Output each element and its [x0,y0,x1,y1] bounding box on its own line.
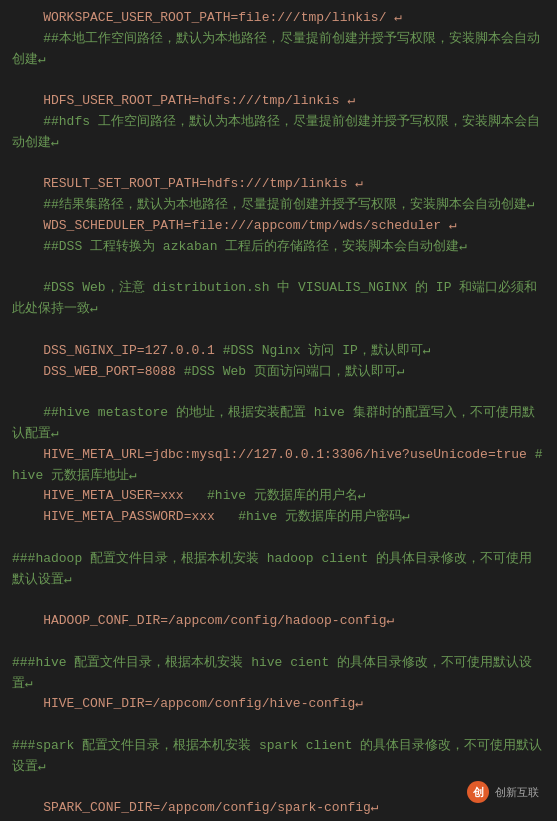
code-line: ###hive 配置文件目录，根据本机安装 hive cient 的具体目录修改… [12,653,545,695]
code-line: SPARK_CONF_DIR=/appcom/config/spark-conf… [12,798,545,819]
code-line: HIVE_CONF_DIR=/appcom/config/hive-config… [12,694,545,715]
code-block: WORKSPACE_USER_ROOT_PATH=file:///tmp/lin… [0,0,557,821]
code-line [12,320,545,341]
code-line [12,632,545,653]
code-line: #DSS Web，注意 distribution.sh 中 VISUALIS_N… [12,278,545,320]
keyword-text: RESULT_SET_ROOT_PATH=hdfs:///tmp/linkis … [12,176,363,191]
code-line [12,777,545,798]
code-line: DSS_WEB_PORT=8088 #DSS Web 页面访问端口，默认即可↵ [12,362,545,383]
code-line: ##DSS 工程转换为 azkaban 工程后的存储路径，安装脚本会自动创建↵ [12,237,545,258]
comment-text: ##结果集路径，默认为本地路径，尽量提前创建并授予写权限，安装脚本会自动创建↵ [12,197,535,212]
code-line [12,154,545,175]
code-line: WORKSPACE_USER_ROOT_PATH=file:///tmp/lin… [12,8,545,29]
keyword-text: WORKSPACE_USER_ROOT_PATH=file:///tmp/lin… [12,10,402,25]
code-line [12,258,545,279]
code-line: HIVE_META_PASSWORD=xxx #hive 元数据库的用户密码↵ [12,507,545,528]
keyword-text: HADOOP_CONF_DIR=/appcom/config/hadoop-co… [12,613,394,628]
code-line [12,70,545,91]
keyword-text: DSS_WEB_PORT=8088 [12,364,184,379]
watermark-label: 创新互联 [495,785,539,800]
keyword-text: HIVE_META_URL=jdbc:mysql://127.0.0.1:330… [12,447,535,462]
inline-comment-text: #hive 元数据库的用户名↵ [207,488,366,503]
keyword-text: SPARK_CONF_DIR=/appcom/config/spark-conf… [12,800,379,815]
keyword-text: WDS_SCHEDULER_PATH=file:///appcom/tmp/wd… [12,218,457,233]
comment-text: ##hive metastore 的地址，根据安装配置 hive 集群时的配置写… [12,405,535,441]
code-line: ##本地工作空间路径，默认为本地路径，尽量提前创建并授予写权限，安装脚本会自动创… [12,29,545,71]
keyword-text: HIVE_META_USER=xxx [12,488,207,503]
comment-text: ###hadoop 配置文件目录，根据本机安装 hadoop client 的具… [12,551,532,587]
code-line: ##hdfs 工作空间路径，默认为本地路径，尽量提前创建并授予写权限，安装脚本会… [12,112,545,154]
comment-text: ###hive 配置文件目录，根据本机安装 hive cient 的具体目录修改… [12,655,532,691]
inline-comment-text: #DSS Web 页面访问端口，默认即可↵ [184,364,405,379]
code-line [12,528,545,549]
keyword-text: HIVE_META_PASSWORD=xxx [12,509,238,524]
code-line [12,715,545,736]
keyword-text: HIVE_CONF_DIR=/appcom/config/hive-config… [12,696,363,711]
comment-text: ##本地工作空间路径，默认为本地路径，尽量提前创建并授予写权限，安装脚本会自动创… [12,31,540,67]
code-line: ##hive metastore 的地址，根据安装配置 hive 集群时的配置写… [12,403,545,445]
code-line: HIVE_META_USER=xxx #hive 元数据库的用户名↵ [12,486,545,507]
code-line: HIVE_META_URL=jdbc:mysql://127.0.0.1:330… [12,445,545,487]
comment-text: ###spark 配置文件目录，根据本机安装 spark client 的具体目… [12,738,542,774]
code-line: RESULT_SET_ROOT_PATH=hdfs:///tmp/linkis … [12,174,545,195]
watermark-icon: 创 [467,781,489,803]
code-line: HADOOP_CONF_DIR=/appcom/config/hadoop-co… [12,611,545,632]
keyword-text: DSS_NGINX_IP=127.0.0.1 [12,343,223,358]
code-line: WDS_SCHEDULER_PATH=file:///appcom/tmp/wd… [12,216,545,237]
code-line: ##结果集路径，默认为本地路径，尽量提前创建并授予写权限，安装脚本会自动创建↵ [12,195,545,216]
code-line: DSS_NGINX_IP=127.0.0.1 #DSS Nginx 访问 IP，… [12,341,545,362]
code-line: ###spark 配置文件目录，根据本机安装 spark client 的具体目… [12,736,545,778]
code-line [12,382,545,403]
code-line [12,590,545,611]
comment-text: ##DSS 工程转换为 azkaban 工程后的存储路径，安装脚本会自动创建↵ [12,239,467,254]
watermark: 创 创新互联 [467,781,539,803]
keyword-text: HDFS_USER_ROOT_PATH=hdfs:///tmp/linkis ↵ [12,93,355,108]
code-line: ###hadoop 配置文件目录，根据本机安装 hadoop client 的具… [12,549,545,591]
inline-comment-text: #DSS Nginx 访问 IP，默认即可↵ [223,343,431,358]
comment-text: #DSS Web，注意 distribution.sh 中 VISUALIS_N… [12,280,537,316]
comment-text: ##hdfs 工作空间路径，默认为本地路径，尽量提前创建并授予写权限，安装脚本会… [12,114,540,150]
code-line: HDFS_USER_ROOT_PATH=hdfs:///tmp/linkis ↵ [12,91,545,112]
inline-comment-text: #hive 元数据库的用户密码↵ [238,509,410,524]
